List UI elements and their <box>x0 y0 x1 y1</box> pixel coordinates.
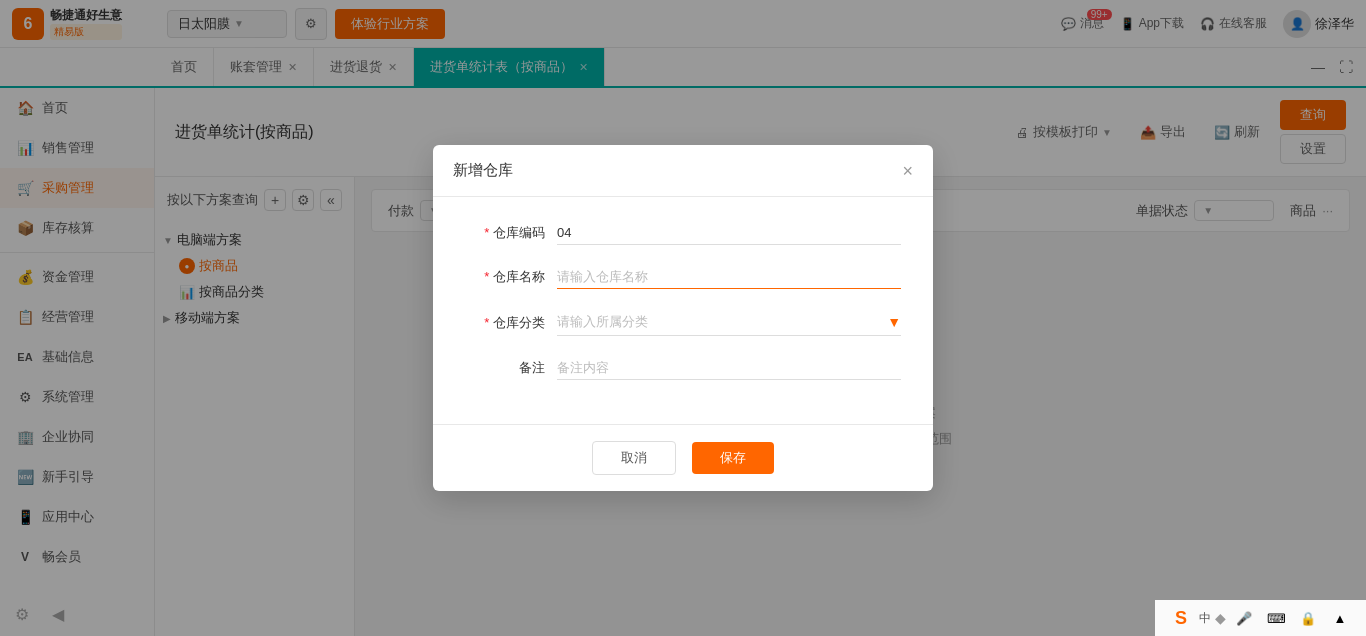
dialog-footer: 取消 保存 <box>433 424 933 491</box>
bottom-up-button[interactable]: ▲ <box>1326 604 1354 632</box>
bottom-dot-icon: ◆ <box>1215 610 1226 626</box>
bottom-keyboard-button[interactable]: ⌨ <box>1262 604 1290 632</box>
bottom-lock-button[interactable]: 🔒 <box>1294 604 1322 632</box>
category-select[interactable]: 请输入所属分类 ▼ <box>557 309 901 336</box>
save-button[interactable]: 保存 <box>692 442 774 474</box>
category-label: 仓库分类 <box>465 314 545 332</box>
note-field-row: 备注 <box>465 356 901 380</box>
name-field-row: 仓库名称 <box>465 265 901 289</box>
category-placeholder: 请输入所属分类 <box>557 313 648 331</box>
category-field-row: 仓库分类 请输入所属分类 ▼ <box>465 309 901 336</box>
name-input[interactable] <box>557 265 901 289</box>
note-input[interactable] <box>557 356 901 380</box>
dialog-close-button[interactable]: × <box>902 162 913 180</box>
code-field-row: 仓库编码 <box>465 221 901 245</box>
new-warehouse-dialog: 新增仓库 × 仓库编码 仓库名称 仓库分类 请输入所属分类 ▼ <box>433 145 933 491</box>
dialog-title: 新增仓库 <box>453 161 513 180</box>
bottom-mic-button[interactable]: 🎤 <box>1230 604 1258 632</box>
code-label: 仓库编码 <box>465 224 545 242</box>
name-label: 仓库名称 <box>465 268 545 286</box>
bottom-bar: S 中 ◆ 🎤 ⌨ 🔒 ▲ <box>1155 600 1366 636</box>
dialog-header: 新增仓库 × <box>433 145 933 197</box>
bottom-lang-label: 中 <box>1199 610 1211 627</box>
cancel-button[interactable]: 取消 <box>592 441 676 475</box>
note-label: 备注 <box>465 359 545 377</box>
bottom-brand-icon: S <box>1167 604 1195 632</box>
code-input[interactable] <box>557 221 901 245</box>
category-chevron-icon: ▼ <box>887 314 901 330</box>
modal-overlay: 新增仓库 × 仓库编码 仓库名称 仓库分类 请输入所属分类 ▼ <box>0 0 1366 636</box>
dialog-body: 仓库编码 仓库名称 仓库分类 请输入所属分类 ▼ 备注 <box>433 197 933 424</box>
